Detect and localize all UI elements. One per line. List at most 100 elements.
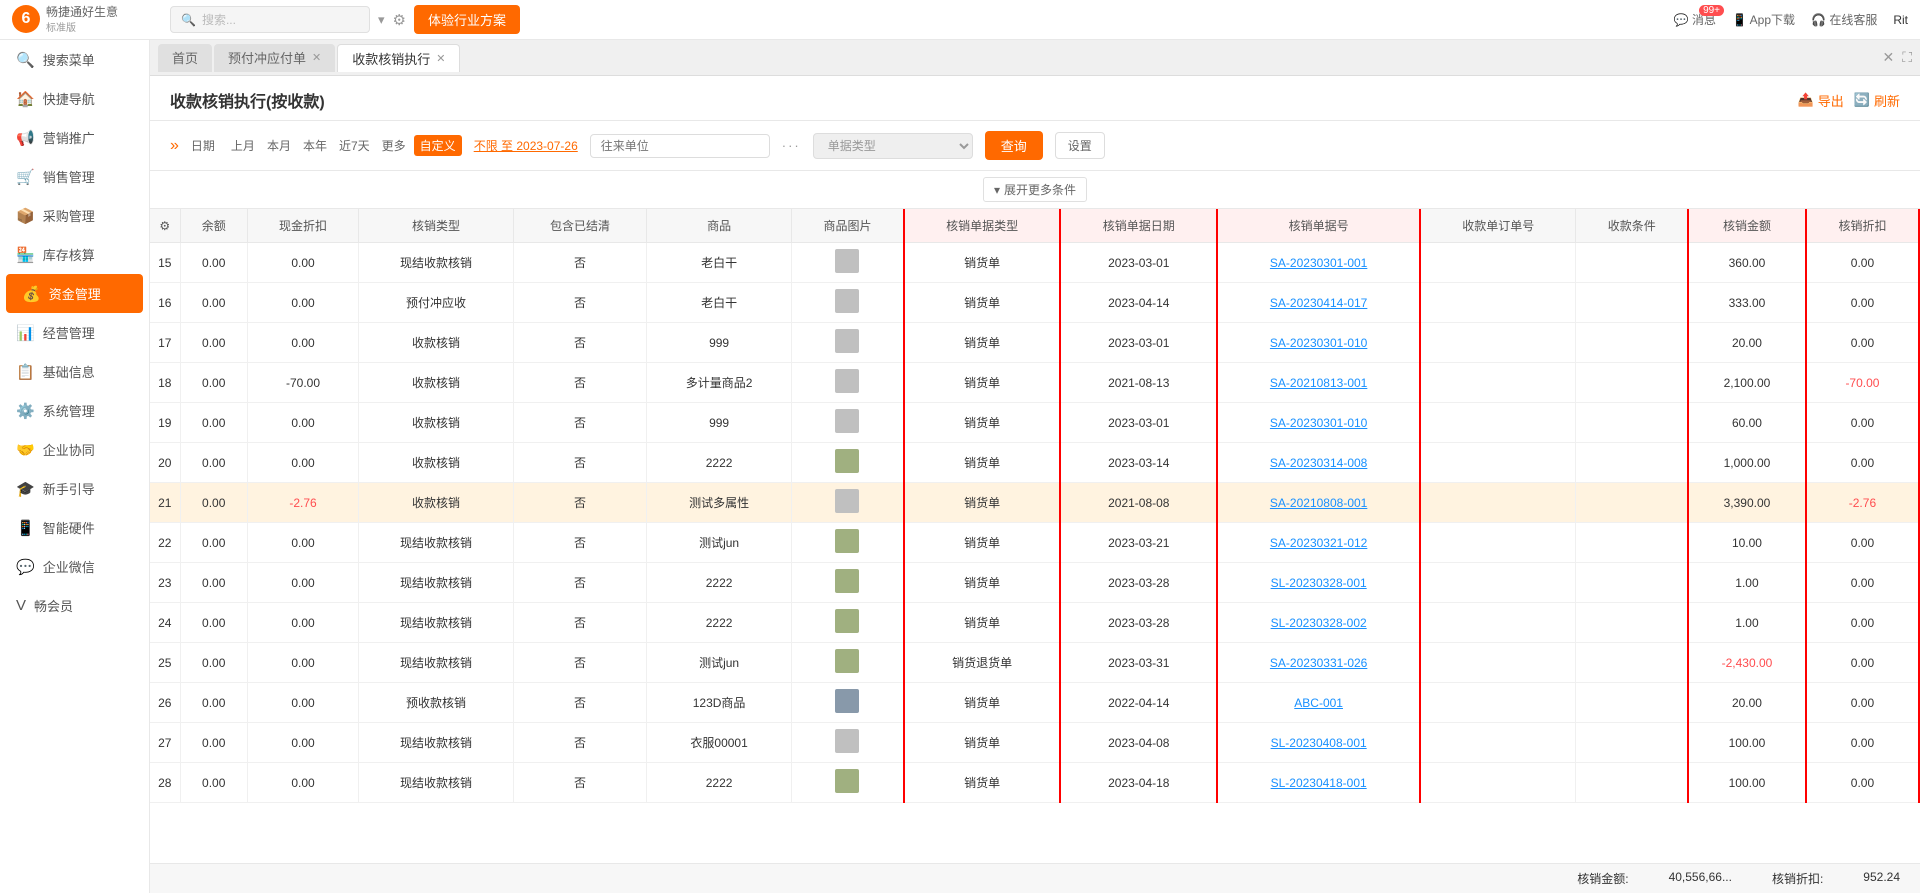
data-table: ⚙ 余额 现金折扣 核销类型 包含已结清 商品 商品图片 核销单据类型 核销单据… — [150, 209, 1920, 803]
row-cash-discount: -2.76 — [247, 483, 358, 523]
management-icon: 📊 — [16, 324, 35, 342]
cancel-amount-total-label: 核销金额: — [1577, 870, 1628, 887]
row-goods: 老白干 — [647, 243, 792, 283]
tab-cancel-label: 收款核销执行 — [352, 49, 430, 68]
row-cancel-bill-type: 销货退货单 — [904, 643, 1061, 683]
query-btn[interactable]: 查询 — [985, 131, 1043, 160]
row-cancel-bill-no: SA-20230301-010 — [1217, 323, 1420, 363]
sidebar-item-hardware[interactable]: 📱 智能硬件 — [0, 508, 149, 547]
online-service-btn[interactable]: 🎧 在线客服 — [1811, 11, 1877, 28]
row-cancel-bill-type: 销货单 — [904, 243, 1061, 283]
table-row: 15 0.00 0.00 现结收款核销 否 老白干 销货单 2023-03-01… — [150, 243, 1919, 283]
col-receipt-order-no: 收款单订单号 — [1420, 209, 1576, 243]
search-icon: 🔍 — [181, 13, 196, 27]
row-cancel-bill-date: 2022-04-14 — [1060, 683, 1217, 723]
setting-btn[interactable]: 设置 — [1055, 132, 1105, 159]
this-year-btn[interactable]: 本年 — [299, 135, 331, 156]
row-cancel-discount: 0.00 — [1806, 683, 1919, 723]
row-balance: 0.00 — [180, 523, 247, 563]
row-cancel-bill-type: 销货单 — [904, 443, 1061, 483]
row-cancel-discount: 0.00 — [1806, 763, 1919, 803]
sidebar-item-quicknav[interactable]: 🏠 快捷导航 — [0, 79, 149, 118]
row-goods-img — [792, 523, 904, 563]
sidebar-item-system[interactable]: ⚙️ 系统管理 — [0, 391, 149, 430]
last-month-btn[interactable]: 上月 — [227, 135, 259, 156]
sidebar-item-guide[interactable]: 🎓 新手引导 — [0, 469, 149, 508]
row-cancel-type: 收款核销 — [359, 443, 514, 483]
row-cancel-bill-no: SL-20230328-001 — [1217, 563, 1420, 603]
filter-toggle-btn[interactable]: » — [170, 137, 179, 155]
window-close-icon[interactable]: ✕ — [1882, 49, 1894, 66]
row-cash-discount: 0.00 — [247, 243, 358, 283]
sidebar-item-search[interactable]: 🔍 搜索菜单 — [0, 40, 149, 79]
sidebar-item-finance[interactable]: 💰 资金管理 — [6, 274, 143, 313]
header-row: ⚙ 余额 现金折扣 核销类型 包含已结清 商品 商品图片 核销单据类型 核销单据… — [150, 209, 1919, 243]
gear-icon[interactable]: ⚙ — [393, 11, 406, 29]
filter-bar: » 日期 上月 本月 本年 近7天 更多 自定义 不限 至 2023-07-26… — [150, 121, 1920, 171]
bill-type-select[interactable]: 单据类型 — [813, 133, 973, 159]
tab-cancel-close[interactable]: ✕ — [436, 52, 445, 65]
row-receipt-order-no — [1420, 763, 1576, 803]
row-cancel-amount: 100.00 — [1688, 763, 1806, 803]
col-cancel-bill-date: 核销单据日期 — [1060, 209, 1217, 243]
expand-more-btn[interactable]: ▾ 展开更多条件 — [983, 177, 1087, 202]
row-cancel-bill-no: SL-20230408-001 — [1217, 723, 1420, 763]
row-cancel-bill-type: 销货单 — [904, 763, 1061, 803]
sidebar-item-collab[interactable]: 🤝 企业协同 — [0, 430, 149, 469]
row-goods-img — [792, 483, 904, 523]
message-btn[interactable]: 💬 消息 99+ — [1674, 11, 1716, 28]
sidebar-item-management[interactable]: 📊 经营管理 — [0, 313, 149, 352]
sidebar-item-sales[interactable]: 🛒 销售管理 — [0, 157, 149, 196]
row-cancel-amount: 333.00 — [1688, 283, 1806, 323]
logo-icon: 6 — [12, 5, 40, 33]
row-receipt-order-no — [1420, 483, 1576, 523]
row-cancel-discount: -2.76 — [1806, 483, 1919, 523]
sidebar-item-marketing[interactable]: 📢 营销推广 — [0, 118, 149, 157]
col-include-settled: 包含已结清 — [513, 209, 646, 243]
tab-cancel[interactable]: 收款核销执行 ✕ — [337, 44, 460, 72]
sidebar-item-purchase[interactable]: 📦 采购管理 — [0, 196, 149, 235]
row-receipt-order-no — [1420, 603, 1576, 643]
row-goods: 2222 — [647, 603, 792, 643]
industry-btn[interactable]: 体验行业方案 — [414, 5, 520, 34]
row-goods-img — [792, 683, 904, 723]
date-range-display: 不限 至 2023-07-26 — [474, 137, 578, 154]
row-id: 26 — [150, 683, 180, 723]
sidebar-label-wechat: 企业微信 — [43, 557, 95, 576]
sidebar-item-inventory[interactable]: 🏪 库存核算 — [0, 235, 149, 274]
row-receipt-condition — [1576, 443, 1688, 483]
guide-icon: 🎓 — [16, 480, 35, 498]
sidebar-item-member[interactable]: V 畅会员 — [0, 586, 149, 625]
row-cancel-bill-type: 销货单 — [904, 723, 1061, 763]
tab-home[interactable]: 首页 — [158, 44, 212, 72]
date-filter-label: 日期 — [191, 137, 215, 154]
search-box[interactable]: 🔍 搜索... — [170, 6, 370, 33]
row-cancel-bill-no: SA-20230301-010 — [1217, 403, 1420, 443]
app-download-btn[interactable]: 📱 App下载 — [1732, 11, 1795, 28]
custom-date-btn[interactable]: 自定义 — [414, 135, 462, 156]
sidebar: 🔍 搜索菜单 🏠 快捷导航 📢 营销推广 🛒 销售管理 📦 采购管理 🏪 库存核… — [0, 40, 150, 893]
table-row: 23 0.00 0.00 现结收款核销 否 2222 销货单 2023-03-2… — [150, 563, 1919, 603]
tab-prepay-close[interactable]: ✕ — [312, 51, 321, 64]
more-date-btn[interactable]: 更多 — [378, 135, 410, 156]
sidebar-item-basic[interactable]: 📋 基础信息 — [0, 352, 149, 391]
this-month-btn[interactable]: 本月 — [263, 135, 295, 156]
sidebar-label-search: 搜索菜单 — [43, 50, 95, 69]
last-7days-btn[interactable]: 近7天 — [335, 135, 374, 156]
row-cancel-bill-no: SA-20230321-012 — [1217, 523, 1420, 563]
marketing-icon: 📢 — [16, 129, 35, 147]
tab-prepay[interactable]: 预付冲应付单 ✕ — [214, 44, 335, 72]
partner-input[interactable] — [590, 134, 770, 158]
user-name[interactable]: Rit — [1893, 13, 1908, 27]
row-receipt-condition — [1576, 643, 1688, 683]
finance-icon: 💰 — [22, 285, 41, 303]
sidebar-item-wechat[interactable]: 💬 企业微信 — [0, 547, 149, 586]
refresh-btn[interactable]: 🔄 刷新 — [1854, 91, 1900, 110]
cancel-discount-total-label: 核销折扣: — [1772, 870, 1823, 887]
maximize-icon[interactable]: ⛶ — [1902, 49, 1912, 66]
app-download-label: App下载 — [1750, 13, 1795, 27]
row-include-settled: 否 — [513, 443, 646, 483]
dropdown-arrow-icon[interactable]: ▾ — [378, 12, 385, 28]
row-id: 24 — [150, 603, 180, 643]
export-btn[interactable]: 📤 导出 — [1798, 91, 1844, 110]
